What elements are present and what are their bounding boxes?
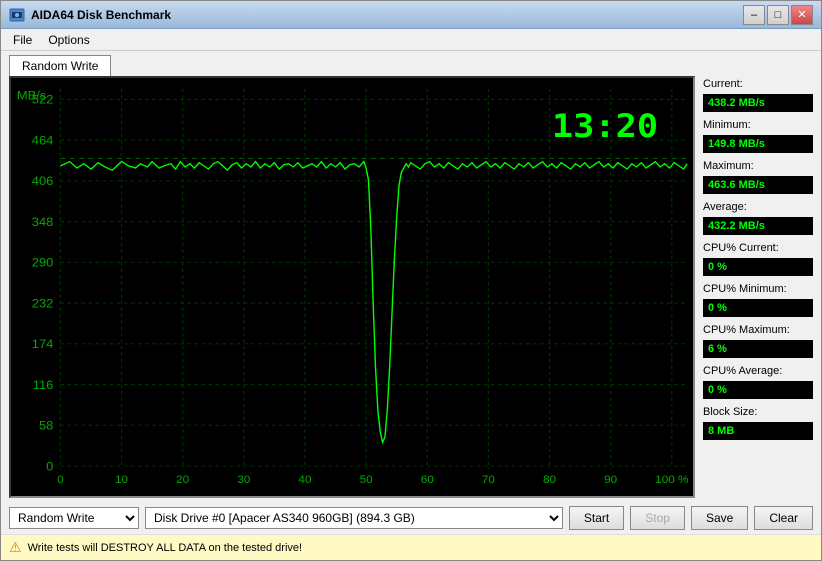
cpu-maximum-value: 6 % <box>703 340 813 358</box>
average-value: 432.2 MB/s <box>703 217 813 235</box>
current-label: Current: <box>703 78 813 90</box>
main-content: 522 464 406 348 290 232 174 116 58 0 MB/… <box>1 76 821 502</box>
disk-dropdown[interactable]: Disk Drive #0 [Apacer AS340 960GB] (894.… <box>145 507 563 529</box>
bottom-controls: Random Write Disk Drive #0 [Apacer AS340… <box>1 502 821 534</box>
cpu-minimum-label: CPU% Minimum: <box>703 283 813 295</box>
svg-text:0: 0 <box>57 475 64 486</box>
svg-text:116: 116 <box>33 378 54 391</box>
chart-svg: 522 464 406 348 290 232 174 116 58 0 MB/… <box>11 78 693 496</box>
svg-text:60: 60 <box>421 475 434 486</box>
cpu-current-label: CPU% Current: <box>703 242 813 254</box>
svg-text:80: 80 <box>543 475 556 486</box>
stop-button[interactable]: Stop <box>630 506 685 530</box>
svg-text:232: 232 <box>32 297 54 310</box>
main-window: AIDA64 Disk Benchmark – □ ✕ File Options… <box>0 0 822 561</box>
svg-text:100 %: 100 % <box>655 475 688 486</box>
svg-text:0: 0 <box>46 460 53 473</box>
close-button[interactable]: ✕ <box>791 5 813 25</box>
warning-icon: ⚠ <box>9 539 22 556</box>
title-bar: AIDA64 Disk Benchmark – □ ✕ <box>1 1 821 29</box>
clear-button[interactable]: Clear <box>754 506 813 530</box>
maximum-label: Maximum: <box>703 160 813 172</box>
cpu-minimum-value: 0 % <box>703 299 813 317</box>
svg-text:50: 50 <box>360 475 373 486</box>
svg-text:58: 58 <box>39 419 54 432</box>
tab-area: Random Write <box>1 51 821 76</box>
title-bar-buttons: – □ ✕ <box>743 5 813 25</box>
svg-text:30: 30 <box>237 475 250 486</box>
save-button[interactable]: Save <box>691 506 748 530</box>
current-value: 438.2 MB/s <box>703 94 813 112</box>
cpu-current-value: 0 % <box>703 258 813 276</box>
svg-text:10: 10 <box>115 475 128 486</box>
cpu-average-value: 0 % <box>703 381 813 399</box>
svg-text:40: 40 <box>298 475 311 486</box>
minimize-button[interactable]: – <box>743 5 765 25</box>
title-bar-left: AIDA64 Disk Benchmark <box>9 7 171 23</box>
cpu-average-label: CPU% Average: <box>703 365 813 377</box>
tab-random-write[interactable]: Random Write <box>9 55 111 76</box>
svg-text:290: 290 <box>32 256 54 269</box>
svg-text:464: 464 <box>32 134 54 147</box>
block-size-label: Block Size: <box>703 406 813 418</box>
maximum-value: 463.6 MB/s <box>703 176 813 194</box>
app-icon <box>9 7 25 23</box>
svg-text:348: 348 <box>32 215 54 228</box>
svg-text:70: 70 <box>482 475 495 486</box>
window-title: AIDA64 Disk Benchmark <box>31 8 171 22</box>
stats-panel: Current: 438.2 MB/s Minimum: 149.8 MB/s … <box>703 76 813 498</box>
start-button[interactable]: Start <box>569 506 624 530</box>
status-bar: ⚠ Write tests will DESTROY ALL DATA on t… <box>1 534 821 560</box>
svg-text:90: 90 <box>604 475 617 486</box>
svg-text:13:20: 13:20 <box>552 107 658 144</box>
svg-text:MB/s: MB/s <box>17 89 46 102</box>
cpu-maximum-label: CPU% Maximum: <box>703 324 813 336</box>
status-message: Write tests will DESTROY ALL DATA on the… <box>28 542 303 554</box>
svg-text:174: 174 <box>32 338 54 351</box>
menu-file[interactable]: File <box>5 31 40 49</box>
test-type-dropdown[interactable]: Random Write <box>9 507 139 529</box>
menu-bar: File Options <box>1 29 821 51</box>
minimum-label: Minimum: <box>703 119 813 131</box>
svg-text:406: 406 <box>32 175 54 188</box>
minimum-value: 149.8 MB/s <box>703 135 813 153</box>
chart-container: 522 464 406 348 290 232 174 116 58 0 MB/… <box>9 76 695 498</box>
maximize-button[interactable]: □ <box>767 5 789 25</box>
average-label: Average: <box>703 201 813 213</box>
block-size-value: 8 MB <box>703 422 813 440</box>
svg-text:20: 20 <box>176 475 189 486</box>
menu-options[interactable]: Options <box>40 31 97 49</box>
